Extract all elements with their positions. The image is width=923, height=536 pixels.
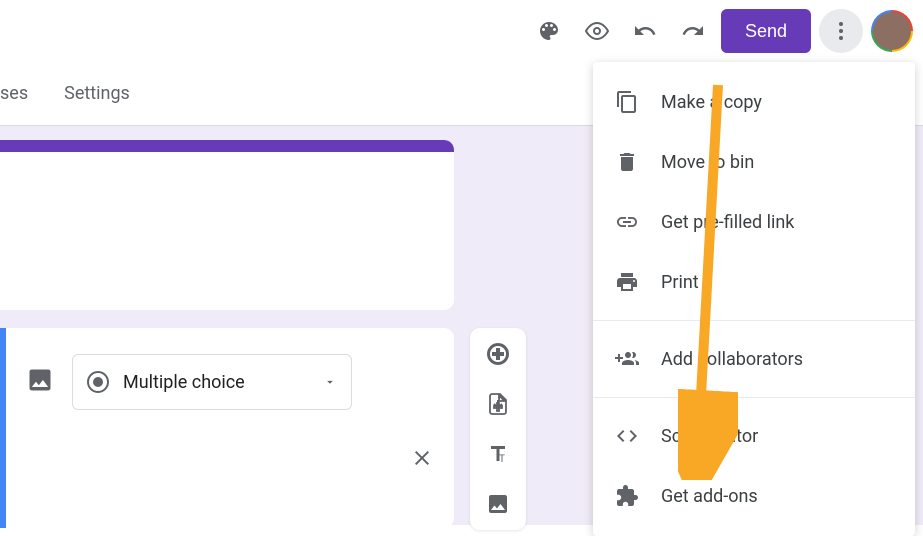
menu-move-to-bin[interactable]: Move to bin — [593, 132, 915, 192]
print-icon — [615, 270, 639, 294]
menu-prefilled-link[interactable]: Get pre-filled link — [593, 192, 915, 252]
chevron-down-icon — [323, 375, 337, 389]
menu-script-editor[interactable]: Script editor — [593, 406, 915, 466]
code-icon — [615, 424, 639, 448]
customize-theme-icon[interactable] — [529, 11, 569, 51]
send-button[interactable]: Send — [721, 9, 811, 53]
radio-icon — [87, 371, 109, 393]
menu-label: Move to bin — [661, 152, 754, 173]
preview-icon[interactable] — [577, 11, 617, 51]
menu-label: Get add-ons — [661, 486, 758, 507]
question-type-selector[interactable]: Multiple choice — [72, 354, 352, 410]
account-avatar[interactable] — [871, 10, 913, 52]
redo-icon[interactable] — [673, 11, 713, 51]
more-menu-button[interactable] — [819, 9, 863, 53]
form-title-card[interactable] — [0, 140, 454, 310]
undo-icon[interactable] — [625, 11, 665, 51]
add-image-icon[interactable] — [26, 366, 54, 398]
menu-divider — [593, 397, 915, 398]
menu-get-addons[interactable]: Get add-ons — [593, 466, 915, 526]
tab-settings[interactable]: Settings — [46, 62, 148, 125]
add-image-toolbar-icon[interactable] — [484, 490, 512, 518]
menu-label: Make a copy — [661, 92, 762, 113]
question-card[interactable]: Multiple choice — [0, 328, 454, 528]
more-dropdown-menu: Make a copy Move to bin Get pre-filled l… — [593, 62, 915, 536]
menu-label: Add collaborators — [661, 349, 803, 370]
people-add-icon — [615, 347, 639, 371]
menu-make-copy[interactable]: Make a copy — [593, 72, 915, 132]
menu-print[interactable]: Print — [593, 252, 915, 312]
menu-label: Script editor — [661, 426, 758, 447]
question-type-label: Multiple choice — [123, 372, 245, 393]
menu-divider — [593, 320, 915, 321]
add-question-icon[interactable] — [484, 340, 512, 368]
remove-option-button[interactable] — [410, 446, 434, 476]
menu-label: Get pre-filled link — [661, 212, 794, 233]
form-accent-bar — [0, 140, 454, 152]
svg-text:T: T — [499, 454, 505, 465]
extension-icon — [615, 484, 639, 508]
trash-icon — [615, 150, 639, 174]
menu-add-collaborators[interactable]: Add collaborators — [593, 329, 915, 389]
link-icon — [615, 210, 639, 234]
menu-label: Print — [661, 272, 699, 293]
copy-icon — [615, 90, 639, 114]
tab-responses[interactable]: ses — [0, 62, 46, 125]
add-title-icon[interactable]: T — [484, 440, 512, 468]
import-questions-icon[interactable] — [484, 390, 512, 418]
question-toolbar: T — [470, 328, 526, 530]
